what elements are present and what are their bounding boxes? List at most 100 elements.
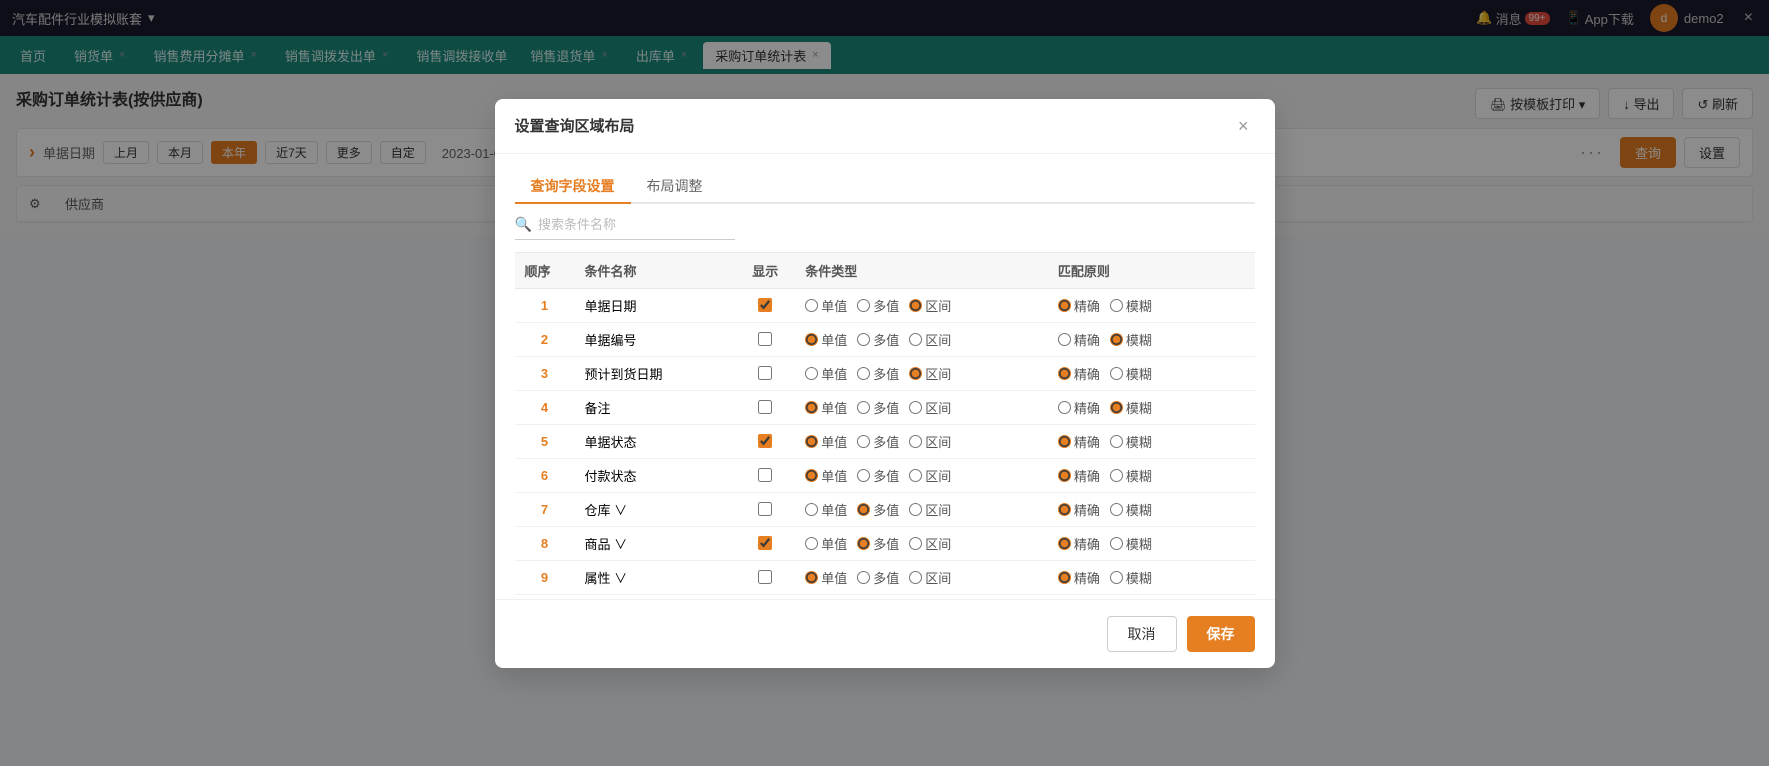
field-type: 单值多值区间 [795,560,1048,594]
field-order: 2 [515,322,575,356]
type-radio-option[interactable]: 多值 [857,330,899,349]
field-rows-table: 1单据日期单值多值区间精确模糊2单据编号单值多值区间精确模糊3预计到货日期单值多… [515,289,1255,599]
match-radio-option[interactable]: 精确 [1058,466,1100,485]
modal-body: 查询字段设置 布局调整 🔍 顺序 [495,154,1275,599]
match-radio-option[interactable]: 模糊 [1110,296,1152,315]
field-match: 精确模糊 [1048,356,1255,390]
field-match: 精确模糊 [1048,289,1255,323]
match-radio-option[interactable]: 精确 [1058,364,1100,383]
display-checkbox[interactable] [758,332,772,346]
modal-overlay[interactable]: 设置查询区域布局 × 查询字段设置 布局调整 🔍 [0,0,1769,766]
display-checkbox[interactable] [758,502,772,516]
field-display[interactable] [735,356,795,390]
field-order: 8 [515,526,575,560]
tab-query-fields[interactable]: 查询字段设置 [515,170,631,204]
type-radio-option[interactable]: 区间 [909,568,951,587]
match-radio-option[interactable]: 模糊 [1110,398,1152,417]
match-radio-option[interactable]: 模糊 [1110,466,1152,485]
type-radio-option[interactable]: 区间 [909,432,951,451]
field-display[interactable] [735,458,795,492]
type-radio-option[interactable]: 单值 [805,398,847,417]
display-checkbox[interactable] [758,570,772,584]
type-radio-option[interactable]: 单值 [805,364,847,383]
match-radio-option[interactable]: 精确 [1058,500,1100,519]
field-type: 单值多值区间 [795,424,1048,458]
type-radio-option[interactable]: 区间 [909,500,951,519]
field-match: 精确模糊 [1048,390,1255,424]
type-radio-option[interactable]: 区间 [909,364,951,383]
match-radio-option[interactable]: 精确 [1058,398,1100,417]
field-order: 7 [515,492,575,526]
match-radio-option[interactable]: 模糊 [1110,330,1152,349]
type-radio-option[interactable]: 多值 [857,500,899,519]
field-display[interactable] [735,526,795,560]
field-display[interactable] [735,492,795,526]
cancel-button[interactable]: 取消 [1107,616,1177,652]
display-checkbox[interactable] [758,400,772,414]
field-display[interactable] [735,390,795,424]
type-radio-option[interactable]: 区间 [909,296,951,315]
type-radio-option[interactable]: 多值 [857,568,899,587]
field-order: 4 [515,390,575,424]
modal-footer: 取消 保存 [495,599,1275,668]
type-radio-option[interactable]: 单值 [805,432,847,451]
table-row: 1单据日期单值多值区间精确模糊 [515,289,1255,323]
match-radio-option[interactable]: 精确 [1058,296,1100,315]
match-radio-option[interactable]: 模糊 [1110,500,1152,519]
table-row: 6付款状态单值多值区间精确模糊 [515,458,1255,492]
search-bar: 🔍 [515,216,735,240]
field-type: 单值多值区间 [795,289,1048,323]
field-match: 精确模糊 [1048,458,1255,492]
table-row: 4备注 单值多值区间 精确模糊 [515,390,1255,424]
match-radio-option[interactable]: 模糊 [1110,534,1152,553]
save-button[interactable]: 保存 [1187,616,1255,652]
display-checkbox[interactable] [758,298,772,312]
field-display[interactable] [735,560,795,594]
type-radio-option[interactable]: 多值 [857,534,899,553]
type-radio-option[interactable]: 单值 [805,534,847,553]
match-radio-option[interactable]: 精确 [1058,432,1100,451]
display-checkbox[interactable] [758,434,772,448]
th-type: 条件类型 [795,252,1048,288]
field-name: 单据状态 [575,424,736,458]
match-radio-option[interactable]: 精确 [1058,534,1100,553]
match-radio-option[interactable]: 精确 [1058,330,1100,349]
match-radio-option[interactable]: 精确 [1058,568,1100,587]
match-radio-option[interactable]: 模糊 [1110,568,1152,587]
tab-layout-adjust[interactable]: 布局调整 [631,170,719,204]
match-radio-option[interactable]: 模糊 [1110,432,1152,451]
type-radio-option[interactable]: 单值 [805,466,847,485]
type-radio-option[interactable]: 区间 [909,330,951,349]
display-checkbox[interactable] [758,536,772,550]
tab-query-fields-label: 查询字段设置 [531,178,615,194]
field-type: 单值多值区间 [795,492,1048,526]
type-radio-option[interactable]: 多值 [857,432,899,451]
type-radio-option[interactable]: 单值 [805,500,847,519]
field-table: 顺序 条件名称 显示 条件类型 匹配原则 [515,252,1255,289]
type-radio-option[interactable]: 多值 [857,466,899,485]
type-radio-option[interactable]: 单值 [805,568,847,587]
type-radio-option[interactable]: 区间 [909,466,951,485]
type-radio-option[interactable]: 单值 [805,330,847,349]
type-radio-option[interactable]: 多值 [857,364,899,383]
field-order: 9 [515,560,575,594]
field-display[interactable] [735,289,795,323]
field-name: 单据编号 [575,322,736,356]
field-display[interactable] [735,322,795,356]
tab-layout-adjust-label: 布局调整 [647,178,703,194]
field-name: 预计到货日期 [575,356,736,390]
match-radio-option[interactable]: 模糊 [1110,364,1152,383]
field-name: 备注 [575,390,736,424]
field-match: 精确模糊 [1048,322,1255,356]
modal-close-button[interactable]: × [1232,115,1255,137]
th-match: 匹配原则 [1048,252,1255,288]
display-checkbox[interactable] [758,468,772,482]
type-radio-option[interactable]: 多值 [857,296,899,315]
display-checkbox[interactable] [758,366,772,380]
type-radio-option[interactable]: 多值 [857,398,899,417]
type-radio-option[interactable]: 区间 [909,398,951,417]
field-display[interactable] [735,424,795,458]
type-radio-option[interactable]: 单值 [805,296,847,315]
search-input[interactable] [538,217,718,232]
type-radio-option[interactable]: 区间 [909,534,951,553]
